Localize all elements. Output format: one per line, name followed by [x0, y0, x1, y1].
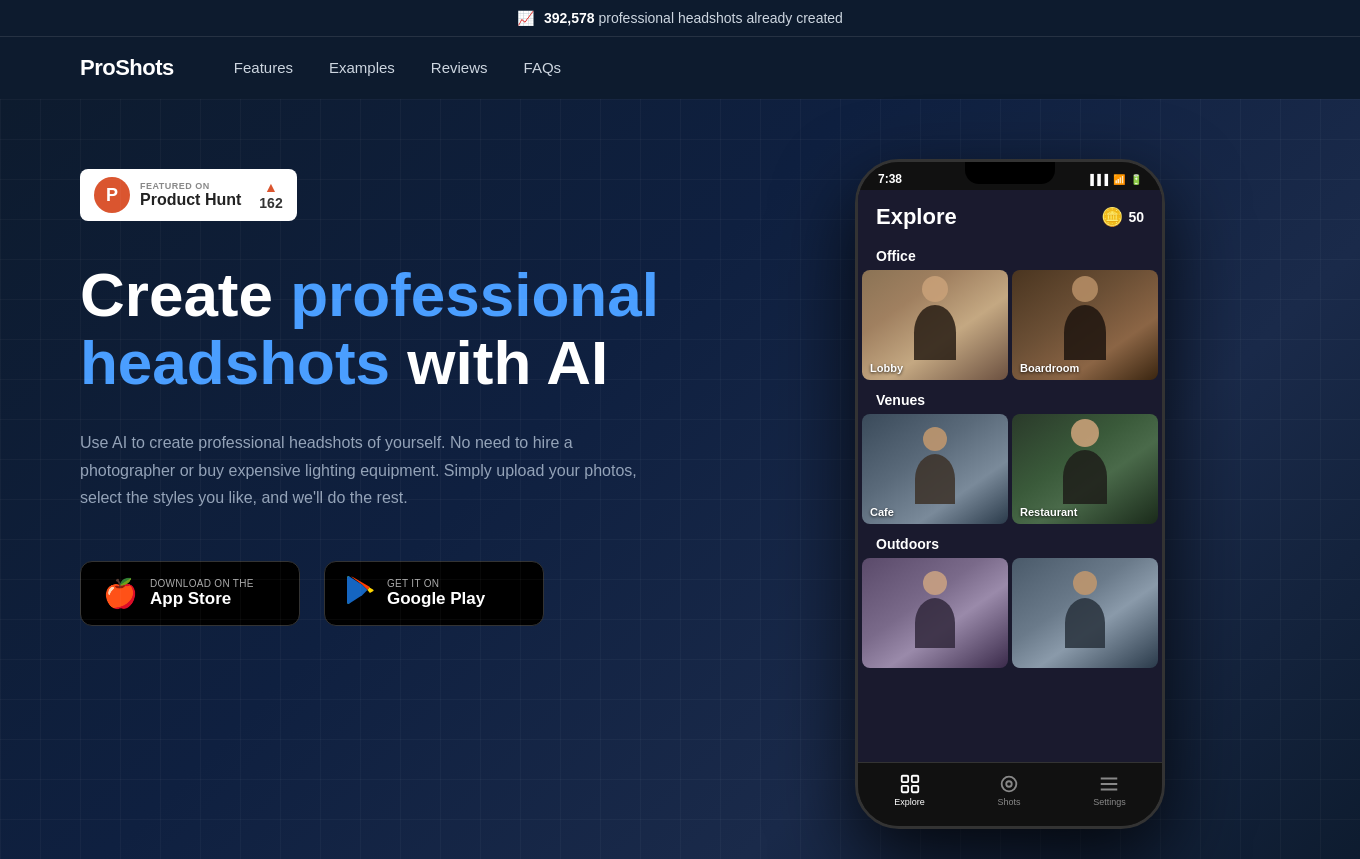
nav-features[interactable]: Features	[234, 59, 293, 76]
coin-count: 50	[1128, 209, 1144, 225]
headline-part1: Create	[80, 260, 290, 329]
cafe-card[interactable]: Cafe	[862, 414, 1008, 524]
nav-examples[interactable]: Examples	[329, 59, 395, 76]
shots-nav-label: Shots	[997, 797, 1020, 807]
office-photo-grid: Lobby Boardroom	[858, 270, 1162, 380]
nav-reviews[interactable]: Reviews	[431, 59, 488, 76]
coin-badge: 🪙 50	[1101, 206, 1144, 228]
lobby-card[interactable]: Lobby	[862, 270, 1008, 380]
phone-content: Explore 🪙 50 Office Lobby	[858, 190, 1162, 774]
svg-rect-3	[911, 786, 917, 792]
phone-notch	[965, 162, 1055, 184]
outdoors-photo-grid	[858, 558, 1162, 668]
settings-nav-label: Settings	[1093, 797, 1126, 807]
status-right: ▐▐▐ 📶 🔋	[1087, 174, 1142, 185]
venues-section-label: Venues	[858, 384, 1162, 414]
ph-featured-on-label: FEATURED ON	[140, 181, 241, 191]
hero-description: Use AI to create professional headshots …	[80, 429, 660, 511]
boardroom-label: Boardroom	[1020, 362, 1079, 374]
phone-mockup: 7:38 ▐▐▐ 📶 🔋 Explore 🪙 50	[855, 159, 1165, 829]
trend-icon: 📈	[517, 10, 534, 26]
store-buttons: 🍎 Download on the App Store G	[80, 561, 740, 626]
google-play-main: Google Play	[387, 589, 485, 609]
google-play-icon	[347, 576, 375, 611]
hero-left: P FEATURED ON Product Hunt ▲ 162 Create …	[80, 139, 740, 829]
ph-count: 162	[259, 195, 282, 211]
top-banner: 📈 392,578 professional headshots already…	[0, 0, 1360, 37]
app-store-sub: Download on the	[150, 578, 254, 589]
app-store-button[interactable]: 🍎 Download on the App Store	[80, 561, 300, 626]
explore-nav-label: Explore	[894, 797, 925, 807]
office-section-label: Office	[858, 240, 1162, 270]
cafe-label: Cafe	[870, 506, 894, 518]
boardroom-card[interactable]: Boardroom	[1012, 270, 1158, 380]
coin-icon: 🪙	[1101, 206, 1123, 228]
phone-nav-settings[interactable]: Settings	[1093, 773, 1126, 812]
restaurant-label: Restaurant	[1020, 506, 1077, 518]
phone-time: 7:38	[878, 172, 902, 186]
outdoor1-card[interactable]	[862, 558, 1008, 668]
google-play-sub: GET IT ON	[387, 578, 485, 589]
ph-title: Product Hunt	[140, 191, 241, 209]
battery-icon: 🔋	[1130, 174, 1142, 185]
svg-point-5	[1006, 781, 1012, 787]
outdoor2-card[interactable]	[1012, 558, 1158, 668]
google-play-button[interactable]: GET IT ON Google Play	[324, 561, 544, 626]
phone-bottom-nav: Explore Shots Settings	[858, 762, 1162, 826]
svg-rect-0	[901, 776, 907, 782]
app-store-main: App Store	[150, 589, 254, 609]
app-store-text: Download on the App Store	[150, 578, 254, 609]
headline-highlight1: professional	[290, 260, 659, 329]
svg-rect-1	[911, 776, 917, 782]
google-play-text: GET IT ON Google Play	[387, 578, 485, 609]
venues-photo-grid: Cafe Restaurant	[858, 414, 1162, 524]
product-hunt-badge[interactable]: P FEATURED ON Product Hunt ▲ 162	[80, 169, 297, 221]
svg-point-4	[1002, 777, 1017, 792]
apple-icon: 🍎	[103, 577, 138, 610]
phone-app-header: Explore 🪙 50	[858, 190, 1162, 240]
navbar: ProShots Features Examples Reviews FAQs	[0, 37, 1360, 99]
phone-explore-title: Explore	[876, 204, 957, 230]
product-hunt-icon: P	[94, 177, 130, 213]
restaurant-card[interactable]: Restaurant	[1012, 414, 1158, 524]
phone-nav-shots[interactable]: Shots	[997, 773, 1020, 812]
ph-arrow-icon: ▲	[264, 179, 278, 195]
hero-headline: Create professional headshots with AI	[80, 261, 740, 397]
lobby-label: Lobby	[870, 362, 903, 374]
wifi-icon: 📶	[1113, 174, 1125, 185]
nav-faqs[interactable]: FAQs	[524, 59, 562, 76]
ph-votes: ▲ 162	[259, 179, 282, 211]
svg-rect-2	[901, 786, 907, 792]
signal-icon: ▐▐▐	[1087, 174, 1108, 185]
headline-with-ai: with AI	[407, 328, 608, 397]
nav-links: Features Examples Reviews FAQs	[234, 59, 561, 77]
product-hunt-text: FEATURED ON Product Hunt	[140, 181, 241, 209]
headline-headshots: headshots	[80, 328, 390, 397]
banner-count: 392,578	[544, 10, 595, 26]
banner-text: professional headshots already created	[599, 10, 843, 26]
hero-right: 7:38 ▐▐▐ 📶 🔋 Explore 🪙 50	[740, 139, 1280, 829]
logo[interactable]: ProShots	[80, 55, 174, 81]
phone-nav-explore[interactable]: Explore	[894, 773, 925, 812]
hero-section: P FEATURED ON Product Hunt ▲ 162 Create …	[0, 99, 1360, 859]
outdoors-section-label: Outdoors	[858, 528, 1162, 558]
